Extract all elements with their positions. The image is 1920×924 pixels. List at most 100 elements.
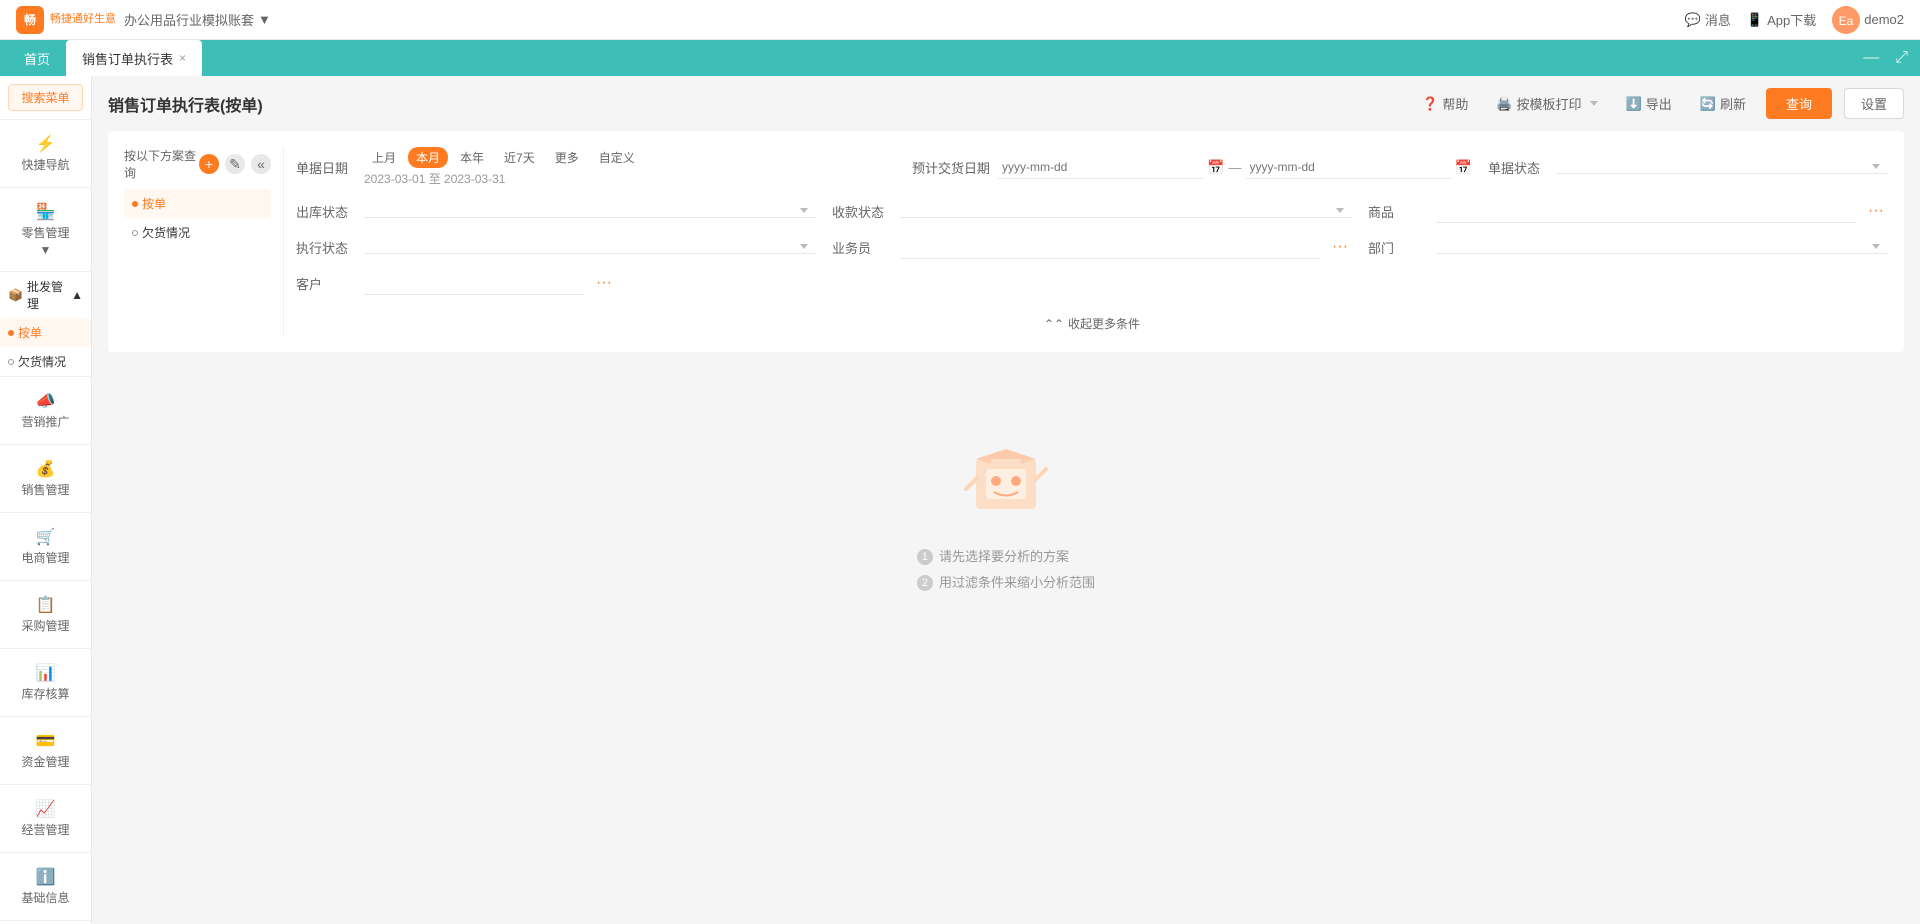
sidebar-search-btn[interactable]: 搜索菜单: [8, 84, 83, 111]
filter-sidebar-title: 按以下方案查询 + ✎ «: [124, 147, 271, 181]
out-status-arrow: [800, 208, 808, 213]
refresh-btn[interactable]: 🔄 刷新: [1692, 90, 1754, 117]
filter-collapse-btn[interactable]: «: [251, 154, 271, 174]
collapse-up-icon: ⌃⌃: [1044, 317, 1064, 331]
filter-edit-btn[interactable]: ✎: [225, 154, 245, 174]
app-selector[interactable]: 办公用品行业模拟账套 ▼: [124, 10, 271, 29]
sidebar-item-label-ecom: 电商管理: [21, 549, 69, 566]
collapse-more-btn[interactable]: ⌃⌃ 收起更多条件: [296, 307, 1888, 336]
filter-add-btn[interactable]: +: [199, 154, 219, 174]
print-icon: 🖨️: [1496, 96, 1512, 112]
filter-field-expected-date: 预计交货日期 📅 — 📅: [912, 156, 1472, 179]
sidebar-nav-section-basic: ℹ️ 基础信息: [0, 853, 91, 921]
app-download-icon: 📱: [1747, 12, 1763, 28]
filter-scheme-item-order[interactable]: 按单: [124, 189, 271, 218]
sidebar-nav-section-marketing: 📣 营销推广: [0, 377, 91, 445]
order-dot: [8, 330, 14, 336]
date-btn-last-month[interactable]: 上月: [364, 147, 404, 168]
out-status-dropdown[interactable]: [364, 204, 816, 218]
sidebar-search-area: 搜索菜单: [0, 76, 91, 120]
settings-btn[interactable]: 设置: [1844, 88, 1904, 119]
date-btn-more[interactable]: 更多: [547, 147, 587, 168]
sidebar-item-label-inventory: 库存核算: [21, 685, 69, 702]
sidebar-item-order[interactable]: 按单: [0, 318, 91, 347]
sidebar-item-quick-nav[interactable]: ⚡ 快捷导航: [6, 128, 85, 179]
tab-close-icon[interactable]: ×: [179, 51, 186, 65]
sidebar-item-purchase-mgmt[interactable]: 📋 采购管理: [6, 589, 85, 640]
sidebar-item-wholesale-mgmt[interactable]: 📦 批发管理 ▲: [0, 272, 91, 318]
user-area[interactable]: Ea demo2: [1832, 6, 1904, 34]
sidebar-group-wholesale: 📦 批发管理 ▲ 按单 欠货情况: [0, 272, 91, 377]
sidebar-item-marketing[interactable]: 📣 营销推广: [6, 385, 85, 436]
filter-scheme-item-debt[interactable]: 欠货情况: [124, 218, 271, 247]
sidebar-item-debt[interactable]: 欠货情况: [0, 347, 91, 376]
message-icon: 💬: [1685, 12, 1701, 28]
page-actions: ❓ 帮助 🖨️ 按模板打印 ⬇️ 导出 🔄 刷新: [1414, 88, 1904, 119]
expected-date-to[interactable]: [1246, 156, 1451, 179]
sidebar-item-ecom-mgmt[interactable]: 🛒 电商管理: [6, 521, 85, 572]
sidebar-item-operations-mgmt[interactable]: 📈 经营管理: [6, 793, 85, 844]
logo-text: 畅捷通好生意: [50, 13, 116, 26]
doc-status-dropdown[interactable]: [1556, 160, 1888, 174]
date-btn-this-year[interactable]: 本年: [452, 147, 492, 168]
help-btn[interactable]: ❓ 帮助: [1414, 90, 1476, 117]
product-more-icon[interactable]: ···: [1864, 202, 1888, 220]
salesperson-more-icon[interactable]: ···: [1328, 238, 1352, 256]
print-btn[interactable]: 🖨️ 按模板打印: [1488, 90, 1605, 117]
user-name: demo2: [1864, 12, 1904, 27]
quick-nav-icon: ⚡: [36, 134, 56, 154]
wholesale-mgmt-icon: 📦: [8, 288, 23, 302]
filter-sidebar-actions: + ✎ «: [199, 154, 271, 174]
date-btn-custom[interactable]: 自定义: [591, 147, 643, 168]
app-selector-text: 办公用品行业模拟账套: [124, 10, 254, 29]
header-right: 💬 消息 📱 App下载 Ea demo2: [1685, 6, 1904, 34]
dept-label: 部门: [1368, 238, 1428, 257]
tab-maximize-btn[interactable]: ⤢: [1891, 45, 1912, 71]
customer-input[interactable]: [364, 271, 584, 295]
salesperson-input[interactable]: [900, 235, 1320, 259]
customer-more-icon[interactable]: ···: [592, 274, 616, 292]
sidebar-nav-section-sales: 💰 销售管理: [0, 445, 91, 513]
sidebar-nav-section-finance: 💳 资金管理: [0, 717, 91, 785]
tip-text-1: 请先选择要分析的方案: [939, 544, 1069, 570]
sidebar-item-inventory[interactable]: 📊 库存核算: [6, 657, 85, 708]
tab-sales-exec[interactable]: 销售订单执行表 ×: [66, 40, 202, 76]
sidebar-item-finance-mgmt[interactable]: 💳 资金管理: [6, 725, 85, 776]
product-input[interactable]: [1436, 199, 1856, 223]
sidebar-item-label-order: 按单: [18, 324, 42, 341]
date-field-content: 上月 本月 本年 近7天 更多 自定义 2023-03-01 至 2023-03…: [364, 147, 896, 187]
expected-date-to-icon[interactable]: 📅: [1455, 159, 1472, 176]
expected-date-from[interactable]: [998, 156, 1203, 179]
filter-field-collect-status: 收款状态: [832, 202, 1352, 221]
filter-field-salesperson: 业务员 ···: [832, 235, 1352, 259]
tip-text-2: 用过滤条件来缩小分析范围: [939, 570, 1095, 596]
tab-minimize-btn[interactable]: —: [1859, 45, 1883, 71]
sidebar-item-basic-info[interactable]: ℹ️ 基础信息: [6, 861, 85, 912]
message-action[interactable]: 💬 消息: [1685, 10, 1731, 29]
dept-dropdown[interactable]: [1436, 240, 1888, 254]
sidebar-item-sales-mgmt[interactable]: 💰 销售管理: [6, 453, 85, 504]
query-btn[interactable]: 查询: [1766, 88, 1832, 119]
exec-status-dropdown[interactable]: [364, 240, 816, 254]
refresh-label: 刷新: [1720, 94, 1746, 113]
filter-row-3: 执行状态 业务员 ···: [296, 235, 1888, 259]
date-btn-7days[interactable]: 近7天: [496, 147, 543, 168]
sidebar-nav-section-ecom: 🛒 电商管理: [0, 513, 91, 581]
app-download-action[interactable]: 📱 App下载: [1747, 10, 1816, 29]
tab-bar: 首页 销售订单执行表 × — ⤢: [0, 40, 1920, 76]
sidebar-item-retail-mgmt[interactable]: 🏪 零售管理 ▼: [6, 196, 85, 263]
empty-tips: 1 请先选择要分析的方案 2 用过滤条件来缩小分析范围: [917, 544, 1095, 596]
basic-info-icon: ℹ️: [36, 867, 56, 887]
retail-expand-icon: ▼: [40, 243, 52, 257]
expected-date-from-icon[interactable]: 📅: [1207, 159, 1224, 176]
exec-status-arrow: [800, 244, 808, 249]
collect-status-dropdown[interactable]: [900, 204, 1352, 218]
tab-home[interactable]: 首页: [8, 40, 66, 76]
filter-sidebar-panel: 按以下方案查询 + ✎ « 按单: [124, 147, 284, 336]
print-label: 按模板打印: [1517, 94, 1582, 113]
tab-bar-right: — ⤢: [1859, 45, 1912, 71]
inventory-icon: 📊: [36, 663, 56, 683]
sidebar: 搜索菜单 ⚡ 快捷导航 🏪 零售管理 ▼ 📦 批发管理 ▲ 按单: [0, 76, 92, 924]
date-btn-this-month[interactable]: 本月: [408, 147, 448, 168]
export-btn[interactable]: ⬇️ 导出: [1618, 90, 1680, 117]
